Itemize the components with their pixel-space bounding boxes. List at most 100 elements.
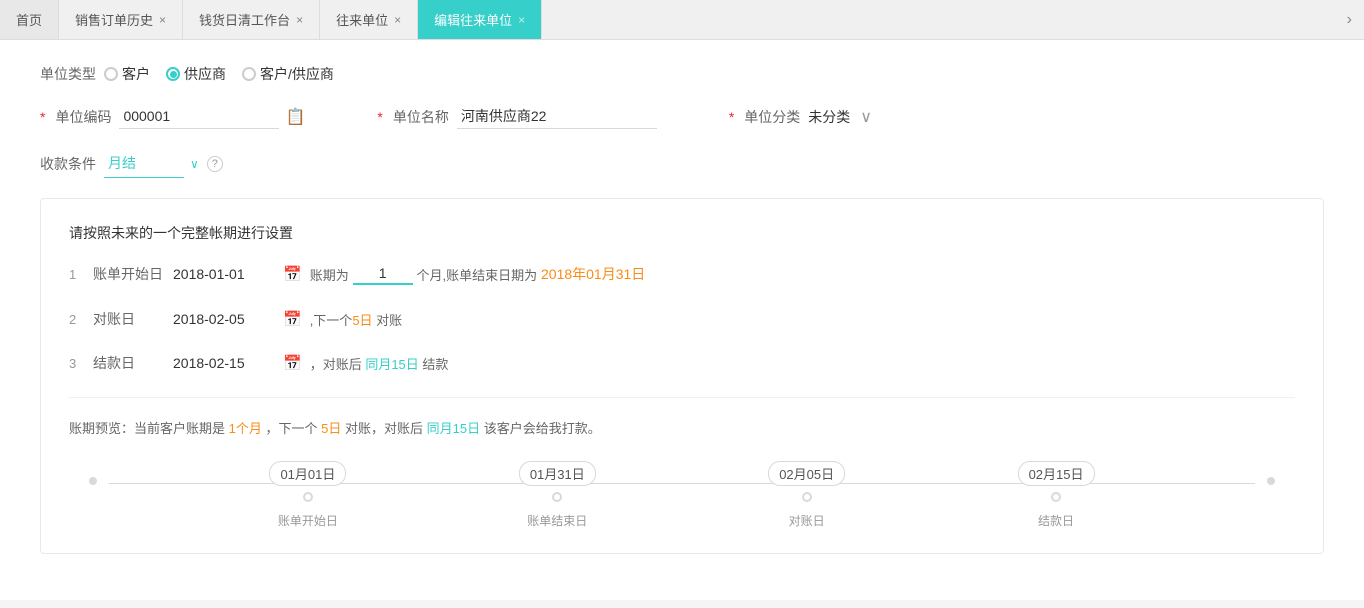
timeline-badge-3: 02月05日 bbox=[768, 461, 845, 486]
tab-more-button[interactable]: › bbox=[1335, 11, 1364, 29]
step-3-num: 3 bbox=[69, 356, 93, 371]
tab-cash-work-label: 钱货日清工作台 bbox=[199, 10, 290, 29]
payment-chevron-down-icon[interactable]: ∨ bbox=[190, 157, 199, 171]
step-3-row: 3 结款日 2018-02-15 📅 ，对账后 同月15日 结款 bbox=[69, 353, 1295, 373]
step-2-desc: ,下一个5日 对账 bbox=[310, 310, 402, 329]
radio-customer[interactable]: 客户 bbox=[104, 64, 150, 84]
payment-condition-dropdown[interactable]: 月结 ∨ bbox=[104, 149, 199, 178]
timeline: 01月01日 账单开始日 01月31日 账单结束日 02月05日 bbox=[69, 461, 1295, 529]
payment-condition-label: 收款条件 bbox=[40, 154, 96, 174]
step-2-highlight: 5日 bbox=[352, 313, 372, 328]
radio-customer-supplier-circle bbox=[242, 67, 256, 81]
timeline-node-1: 01月01日 账单开始日 bbox=[269, 461, 346, 529]
main-content: 单位类型 客户 供应商 客户/供应商 * 单位编码 📋 * 单位名称 bbox=[0, 40, 1364, 600]
timeline-end-dot bbox=[1267, 477, 1275, 485]
unit-code-field: 📋 bbox=[119, 104, 305, 129]
tab-edit-partner[interactable]: 编辑往来单位 × bbox=[418, 0, 542, 39]
step-1-period-label: 账期为 bbox=[310, 265, 349, 284]
card-instruction: 请按照未来的一个完整帐期进行设置 bbox=[69, 223, 1295, 243]
preview-label: 账期预览：当前客户账期是 bbox=[69, 421, 225, 436]
unit-info-row: * 单位编码 📋 * 单位名称 * 单位分类 未分类 ∨ bbox=[40, 104, 1324, 129]
timeline-label-1: 账单开始日 bbox=[278, 512, 338, 529]
radio-customer-supplier-label: 客户/供应商 bbox=[260, 64, 334, 84]
unit-name-label: 单位名称 bbox=[393, 107, 449, 127]
radio-supplier-circle bbox=[166, 67, 180, 81]
timeline-badge-4: 02月15日 bbox=[1018, 461, 1095, 486]
step-2-calendar-icon[interactable]: 📅 bbox=[283, 310, 302, 328]
timeline-node-3: 02月05日 对账日 bbox=[768, 461, 845, 529]
tab-edit-partner-label: 编辑往来单位 bbox=[434, 10, 512, 29]
timeline-dot-3 bbox=[802, 492, 812, 502]
step-3-calendar-icon[interactable]: 📅 bbox=[283, 354, 302, 372]
step-2-num: 2 bbox=[69, 312, 93, 327]
payment-condition-value: 月结 bbox=[104, 149, 184, 178]
settings-card: 请按照未来的一个完整帐期进行设置 1 账单开始日 2018-01-01 📅 账期… bbox=[40, 198, 1324, 554]
unit-category-label: 单位分类 bbox=[744, 107, 800, 127]
close-sales-history-icon[interactable]: × bbox=[159, 13, 166, 27]
preview-part1: 1个月 bbox=[229, 421, 262, 436]
radio-supplier-label: 供应商 bbox=[184, 64, 226, 84]
unit-type-label: 单位类型 bbox=[40, 64, 96, 84]
step-3-highlight: 同月15日 bbox=[365, 357, 418, 372]
timeline-dot-1 bbox=[303, 492, 313, 502]
step-1-label: 账单开始日 bbox=[93, 264, 173, 284]
step-3-label: 结款日 bbox=[93, 353, 173, 373]
help-icon[interactable]: ? bbox=[207, 156, 223, 172]
tab-sales-history-label: 销售订单历史 bbox=[75, 10, 153, 29]
payment-condition-row: 收款条件 月结 ∨ ? bbox=[40, 149, 1324, 178]
tab-home[interactable]: 首页 bbox=[0, 0, 59, 39]
timeline-dot-2 bbox=[552, 492, 562, 502]
timeline-label-4: 结款日 bbox=[1038, 512, 1074, 529]
preview-part2: ，下一个 bbox=[266, 421, 318, 436]
close-partner-list-icon[interactable]: × bbox=[394, 13, 401, 27]
step-1-period-unit: 个月,账单结束日期为 bbox=[416, 265, 537, 284]
radio-customer-circle bbox=[104, 67, 118, 81]
unit-type-row: 单位类型 客户 供应商 客户/供应商 bbox=[40, 64, 1324, 84]
unit-code-label: 单位编码 bbox=[55, 107, 111, 127]
unit-name-input[interactable] bbox=[457, 104, 657, 129]
preview-part3: 5日 bbox=[321, 421, 341, 436]
timeline-dot-4 bbox=[1051, 492, 1061, 502]
timeline-start-dot bbox=[89, 477, 97, 485]
name-required-star: * bbox=[377, 109, 382, 125]
copy-icon[interactable]: 📋 bbox=[285, 107, 305, 127]
radio-customer-supplier[interactable]: 客户/供应商 bbox=[242, 64, 334, 84]
unit-category-value: 未分类 bbox=[808, 107, 850, 127]
tab-partner-list[interactable]: 往来单位 × bbox=[320, 0, 418, 39]
tab-partner-list-label: 往来单位 bbox=[336, 10, 388, 29]
step-1-end-date: 2018年01月31日 bbox=[541, 264, 645, 284]
tab-cash-work[interactable]: 钱货日清工作台 × bbox=[183, 0, 320, 39]
preview-part6: 该客户会给我打款。 bbox=[484, 421, 601, 436]
step-2-date: 2018-02-05 bbox=[173, 311, 283, 327]
step-1-date: 2018-01-01 bbox=[173, 266, 283, 282]
timeline-node-4: 02月15日 结款日 bbox=[1018, 461, 1095, 529]
category-chevron-down-icon[interactable]: ∨ bbox=[860, 107, 872, 127]
step-3-date: 2018-02-15 bbox=[173, 355, 283, 371]
timeline-badge-1: 01月01日 bbox=[269, 461, 346, 486]
timeline-label-2: 账单结束日 bbox=[527, 512, 587, 529]
unit-category-dropdown[interactable]: 未分类 ∨ bbox=[808, 107, 872, 127]
tab-bar: 首页 销售订单历史 × 钱货日清工作台 × 往来单位 × 编辑往来单位 × › bbox=[0, 0, 1364, 40]
step-1-row: 1 账单开始日 2018-01-01 📅 账期为 个月,账单结束日期为 2018… bbox=[69, 263, 1295, 285]
step-1-calendar-icon[interactable]: 📅 bbox=[283, 265, 302, 283]
step-3-desc: ，对账后 同月15日 结款 bbox=[310, 354, 449, 373]
step-2-label: 对账日 bbox=[93, 309, 173, 329]
step-1-num: 1 bbox=[69, 267, 93, 282]
preview-part4: 对账，对账后 bbox=[345, 421, 423, 436]
period-value-input[interactable] bbox=[353, 263, 413, 285]
preview-section: 账期预览：当前客户账期是 1个月 ，下一个 5日 对账，对账后 同月15日 该客… bbox=[69, 397, 1295, 529]
radio-supplier[interactable]: 供应商 bbox=[166, 64, 226, 84]
radio-customer-label: 客户 bbox=[122, 64, 150, 84]
preview-part5: 同月15日 bbox=[427, 421, 480, 436]
tab-sales-history[interactable]: 销售订单历史 × bbox=[59, 0, 183, 39]
category-required-star: * bbox=[729, 109, 734, 125]
timeline-badge-2: 01月31日 bbox=[519, 461, 596, 486]
unit-type-radio-group: 客户 供应商 客户/供应商 bbox=[104, 64, 334, 84]
step-2-row: 2 对账日 2018-02-05 📅 ,下一个5日 对账 bbox=[69, 309, 1295, 329]
timeline-node-2: 01月31日 账单结束日 bbox=[519, 461, 596, 529]
code-required-star: * bbox=[40, 109, 45, 125]
preview-text: 账期预览：当前客户账期是 1个月 ，下一个 5日 对账，对账后 同月15日 该客… bbox=[69, 418, 1295, 437]
close-cash-work-icon[interactable]: × bbox=[296, 13, 303, 27]
close-edit-partner-icon[interactable]: × bbox=[518, 13, 525, 27]
unit-code-input[interactable] bbox=[119, 104, 279, 129]
